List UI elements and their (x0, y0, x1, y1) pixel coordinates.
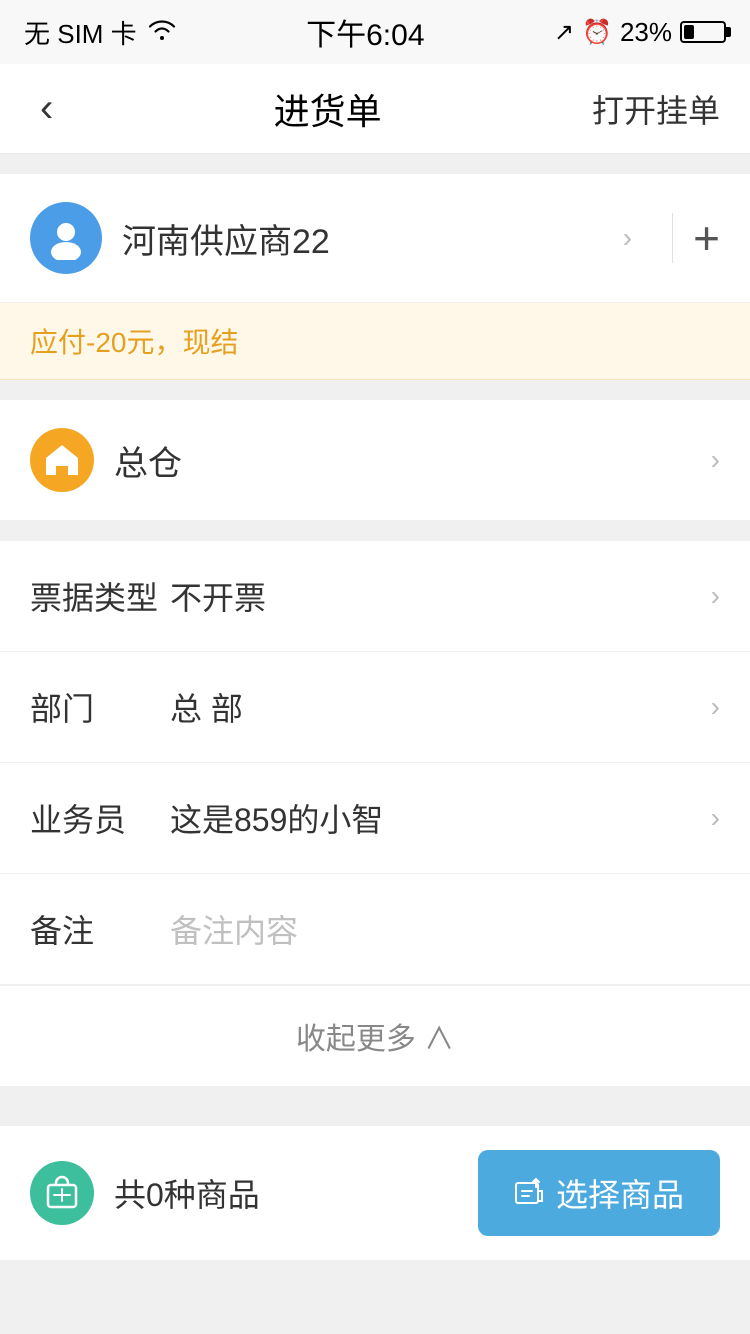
warehouse-icon (30, 428, 94, 492)
alarm-icon: ⏰ (582, 18, 612, 47)
remark-row[interactable]: 备注 备注内容 (0, 874, 750, 985)
nav-bar: ‹ 进货单 打开挂单 (0, 64, 750, 154)
supplier-chevron-icon: › (623, 222, 632, 254)
remark-input[interactable]: 备注内容 (170, 906, 720, 952)
status-left: 无 SIM 卡 (24, 14, 177, 51)
battery-icon (680, 21, 726, 43)
salesperson-label: 业务员 (30, 795, 170, 841)
add-supplier-button[interactable]: + (693, 215, 720, 261)
warehouse-row[interactable]: 总仓 › (0, 400, 750, 521)
department-row[interactable]: 部门 总 部 › (0, 652, 750, 763)
user-icon (44, 216, 88, 260)
form-section: 票据类型 不开票 › 部门 总 部 › 业务员 这是859的小智 › 备注 备注… (0, 541, 750, 1086)
supplier-avatar (30, 202, 102, 274)
department-value: 总 部 (170, 684, 701, 730)
goods-bar: 共0种商品 选择商品 (0, 1126, 750, 1260)
home-icon (43, 441, 81, 479)
invoice-type-row[interactable]: 票据类型 不开票 › (0, 541, 750, 652)
remark-label: 备注 (30, 906, 170, 952)
salesperson-value: 这是859的小智 (170, 795, 701, 841)
notice-bar: 应付-20元，现结 (0, 303, 750, 380)
supplier-name: 河南供应商22 (122, 214, 623, 263)
shopping-bag-icon (44, 1175, 80, 1211)
back-button[interactable]: ‹ (30, 76, 63, 141)
open-pending-button[interactable]: 打开挂单 (592, 86, 720, 132)
battery-percent: 23% (620, 17, 672, 48)
invoice-type-value: 不开票 (170, 573, 701, 619)
warehouse-name: 总仓 (114, 436, 711, 485)
supplier-row[interactable]: 河南供应商22 › + (0, 174, 750, 303)
divider-2 (0, 380, 750, 400)
wifi-icon (147, 18, 177, 47)
select-goods-label: 选择商品 (556, 1170, 684, 1216)
goods-count-label: 共0种商品 (114, 1170, 478, 1216)
goods-icon-container (30, 1161, 94, 1225)
main-content: 河南供应商22 › + 应付-20元，现结 总仓 › 票据类型 不开票 › (0, 154, 750, 1334)
salesperson-row[interactable]: 业务员 这是859的小智 › (0, 763, 750, 874)
divider-3 (0, 521, 750, 541)
page-title: 进货单 (274, 83, 382, 135)
select-goods-icon (514, 1177, 546, 1209)
top-divider (0, 154, 750, 174)
warehouse-chevron-icon: › (711, 444, 720, 476)
supplier-divider (672, 213, 673, 263)
status-right: ↗ ⏰ 23% (554, 17, 726, 48)
invoice-type-label: 票据类型 (30, 573, 170, 619)
status-time: 下午6:04 (306, 10, 424, 54)
department-chevron-icon: › (711, 691, 720, 723)
collapse-label: 收起更多 ∧ (296, 1023, 454, 1056)
collapse-row[interactable]: 收起更多 ∧ (0, 985, 750, 1086)
select-goods-button[interactable]: 选择商品 (478, 1150, 720, 1236)
status-bar: 无 SIM 卡 下午6:04 ↗ ⏰ 23% (0, 0, 750, 64)
department-label: 部门 (30, 684, 170, 730)
invoice-type-chevron-icon: › (711, 580, 720, 612)
salesperson-chevron-icon: › (711, 802, 720, 834)
divider-4 (0, 1086, 750, 1106)
notice-text: 应付-20元，现结 (30, 327, 238, 358)
carrier-label: 无 SIM 卡 (24, 14, 137, 51)
supplier-card: 河南供应商22 › + 应付-20元，现结 (0, 174, 750, 380)
location-icon: ↗ (554, 18, 574, 47)
